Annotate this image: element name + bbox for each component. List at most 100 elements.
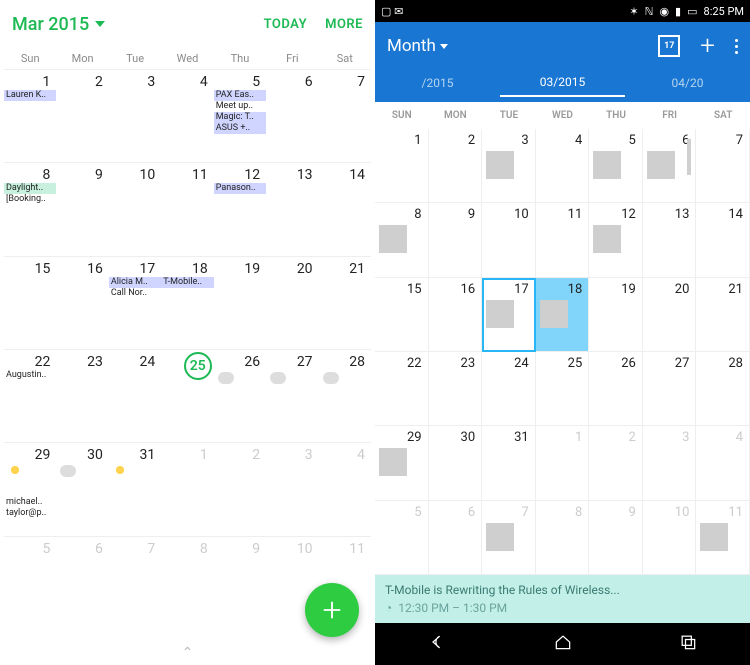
day-cell[interactable]: 20 — [266, 256, 318, 349]
day-cell[interactable]: 9 — [214, 536, 266, 629]
prev-month-tab[interactable]: /2015 — [375, 76, 500, 96]
day-cell[interactable]: 11 — [696, 501, 750, 575]
view-picker[interactable]: Month — [387, 36, 448, 56]
day-cell[interactable]: 15 — [375, 278, 429, 352]
add-event-fab[interactable] — [305, 583, 359, 637]
day-cell[interactable]: 8 — [375, 203, 429, 277]
day-cell[interactable]: 1 — [375, 129, 429, 203]
day-cell[interactable]: 2 — [429, 129, 483, 203]
day-cell[interactable]: 24 — [109, 349, 161, 442]
next-month-tab[interactable]: 04/20 — [625, 76, 750, 96]
day-cell[interactable]: 29michael..taylor@p.. — [4, 442, 56, 535]
day-cell[interactable]: 5 — [375, 501, 429, 575]
day-cell[interactable]: 15 — [4, 256, 56, 349]
event-chip[interactable]: T-Mobile.. — [161, 277, 213, 288]
event-chip[interactable]: Alicia M.. — [109, 277, 161, 288]
event-chip[interactable]: taylor@p.. — [4, 508, 56, 519]
day-cell[interactable]: 1 — [161, 442, 213, 535]
day-cell[interactable]: 1 — [536, 426, 590, 500]
event-chip[interactable]: michael.. — [4, 497, 56, 508]
day-cell[interactable]: 17 — [482, 278, 536, 352]
day-cell[interactable]: 5 — [4, 536, 56, 629]
selected-day-event[interactable]: T-Mobile is Rewriting the Rules of Wirel… — [375, 575, 750, 623]
event-chip[interactable]: Meet up.. — [214, 101, 266, 112]
jump-to-today-button[interactable]: 17 — [658, 35, 680, 57]
event-chip[interactable]: PAX Eas.. — [214, 90, 266, 101]
month-picker[interactable]: Mar 2015 — [12, 14, 105, 35]
event-chip[interactable]: Lauren K.. — [4, 90, 56, 101]
day-cell[interactable]: 26 — [214, 349, 266, 442]
event-chip[interactable]: Panason.. — [214, 183, 266, 194]
day-cell[interactable]: 10 — [482, 203, 536, 277]
today-button[interactable]: TODAY — [264, 17, 308, 32]
day-cell[interactable]: 24 — [482, 352, 536, 426]
day-cell[interactable]: 8Daylight..[Booking.. — [4, 162, 56, 255]
day-cell[interactable]: 9 — [56, 162, 108, 255]
day-cell[interactable]: 22Augustin.. — [4, 349, 56, 442]
overflow-menu-button[interactable] — [735, 39, 738, 54]
day-cell[interactable]: 28 — [319, 349, 371, 442]
day-cell[interactable]: 7 — [482, 501, 536, 575]
day-cell[interactable]: 10 — [643, 501, 697, 575]
day-cell[interactable]: 14 — [696, 203, 750, 277]
more-button[interactable]: MORE — [325, 17, 363, 32]
day-cell[interactable]: 4 — [536, 129, 590, 203]
day-cell[interactable]: 23 — [56, 349, 108, 442]
day-cell[interactable]: 4 — [319, 442, 371, 535]
day-cell[interactable]: 19 — [214, 256, 266, 349]
day-cell[interactable]: 13 — [643, 203, 697, 277]
day-cell[interactable]: 3 — [643, 426, 697, 500]
day-cell[interactable]: 28 — [696, 352, 750, 426]
recent-apps-button[interactable] — [678, 632, 698, 656]
event-chip[interactable]: Daylight.. — [4, 183, 56, 194]
day-cell[interactable]: 6 — [56, 536, 108, 629]
day-cell[interactable]: 5PAX Eas..Meet up..Magic: T..ASUS +.. — [214, 69, 266, 162]
event-chip[interactable]: [Booking.. — [4, 194, 56, 205]
day-cell[interactable]: 2 — [56, 69, 108, 162]
day-cell[interactable]: 3 — [482, 129, 536, 203]
day-cell[interactable]: 21 — [319, 256, 371, 349]
day-cell[interactable]: 17Alicia M..Call Nor.. — [109, 256, 161, 349]
day-cell[interactable]: 27 — [266, 349, 318, 442]
day-cell[interactable]: 12 — [589, 203, 643, 277]
day-cell[interactable]: 30 — [56, 442, 108, 535]
day-cell[interactable]: 31 — [109, 442, 161, 535]
day-cell[interactable]: 1Lauren K.. — [4, 69, 56, 162]
day-cell[interactable]: 7 — [109, 536, 161, 629]
day-cell[interactable]: 22 — [375, 352, 429, 426]
day-cell[interactable]: 18T-Mobile.. — [161, 256, 213, 349]
day-cell[interactable]: 6 — [643, 129, 697, 203]
day-cell[interactable]: 29 — [375, 426, 429, 500]
day-cell[interactable]: 8 — [161, 536, 213, 629]
day-cell[interactable]: 8 — [536, 501, 590, 575]
day-cell[interactable]: 6 — [266, 69, 318, 162]
day-cell[interactable]: 6 — [429, 501, 483, 575]
expand-handle-icon[interactable]: ⌃ — [182, 645, 194, 661]
day-cell[interactable]: 14 — [319, 162, 371, 255]
home-button[interactable] — [553, 632, 573, 656]
day-cell[interactable]: 4 — [161, 69, 213, 162]
day-cell[interactable]: 3 — [109, 69, 161, 162]
event-chip[interactable]: Magic: T.. — [214, 112, 266, 123]
day-cell[interactable]: 5 — [589, 129, 643, 203]
day-cell[interactable]: 2 — [214, 442, 266, 535]
event-chip[interactable]: Call Nor.. — [109, 288, 161, 299]
day-cell[interactable]: 9 — [429, 203, 483, 277]
event-chip[interactable]: Augustin.. — [4, 370, 56, 381]
day-cell[interactable]: 7 — [696, 129, 750, 203]
day-cell[interactable]: 25 — [161, 349, 213, 442]
day-cell[interactable]: 31 — [482, 426, 536, 500]
day-cell[interactable]: 2 — [589, 426, 643, 500]
event-chip[interactable]: ASUS +.. — [214, 123, 266, 134]
add-event-button[interactable]: + — [700, 33, 715, 59]
day-cell[interactable]: 27 — [643, 352, 697, 426]
day-cell[interactable]: 9 — [589, 501, 643, 575]
day-cell[interactable]: 11 — [536, 203, 590, 277]
day-cell[interactable]: 21 — [696, 278, 750, 352]
day-cell[interactable]: 30 — [429, 426, 483, 500]
current-month-tab[interactable]: 03/2015 — [500, 75, 625, 97]
day-cell[interactable]: 20 — [643, 278, 697, 352]
day-cell[interactable]: 7 — [319, 69, 371, 162]
day-cell[interactable]: 25 — [536, 352, 590, 426]
day-cell[interactable]: 26 — [589, 352, 643, 426]
